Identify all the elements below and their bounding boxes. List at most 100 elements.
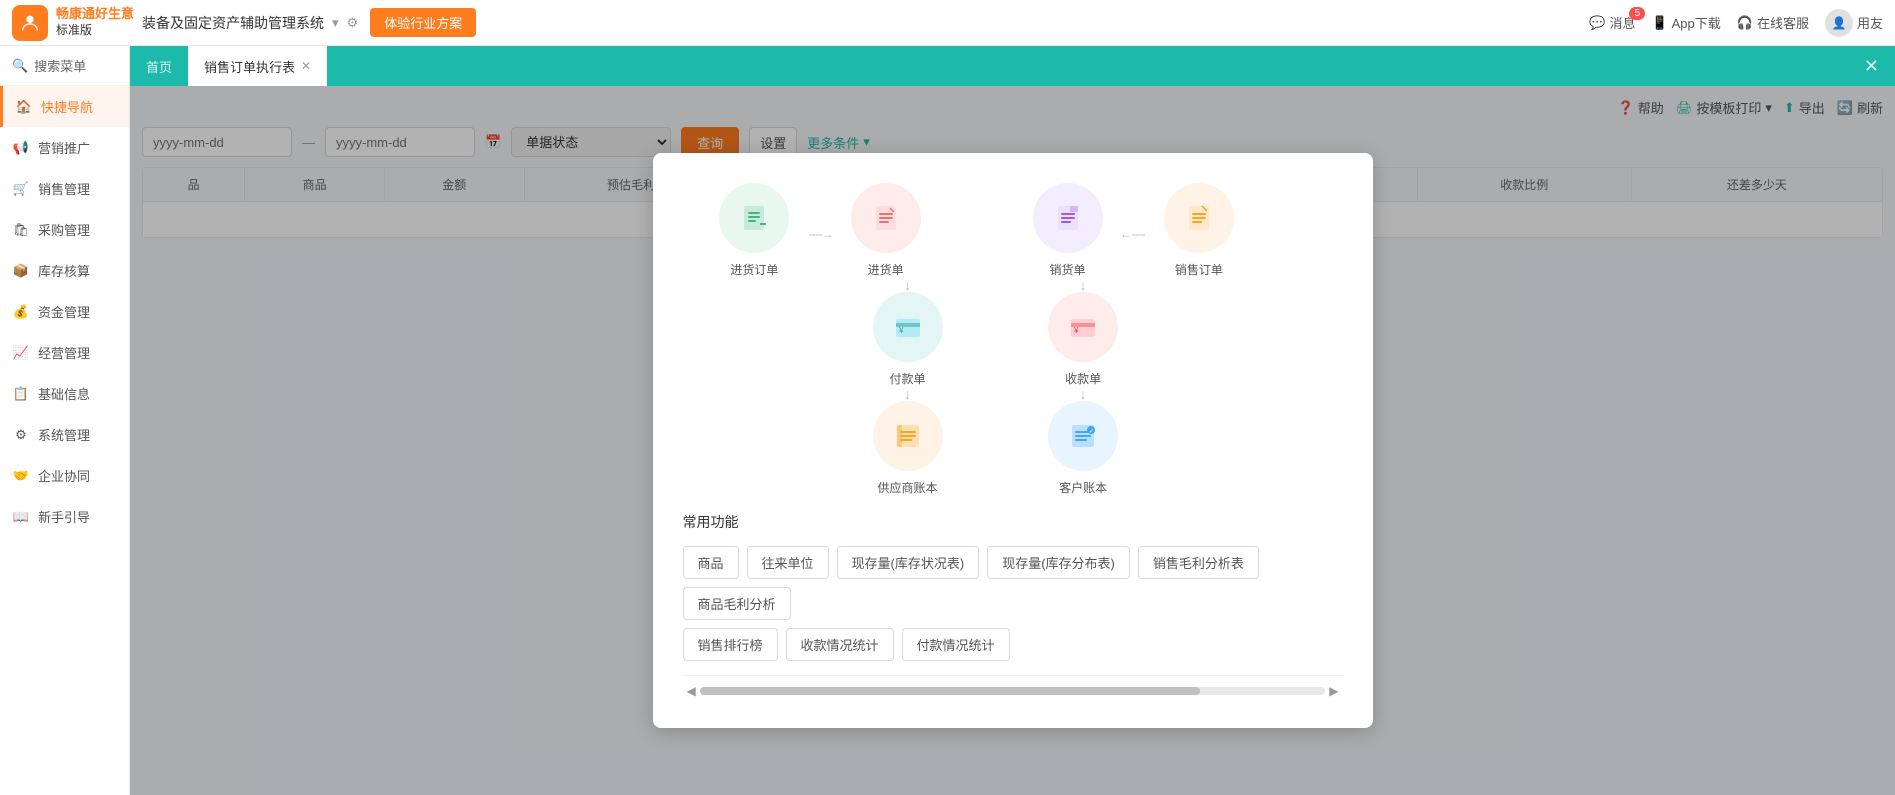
sidebar: 🔍 搜索菜单 🏠 快捷导航 📢 营销推广 🛒 销售管理 🛍 采购管理 📦 xyxy=(0,46,130,795)
sales-order-icon xyxy=(1164,183,1234,253)
sidebar-item-guide[interactable]: 📖 新手引导 xyxy=(0,496,129,537)
flow-node-supplier[interactable]: 供应商账本 xyxy=(858,401,958,496)
flow-node-customer[interactable]: ✓ 客户账本 xyxy=(1033,401,1133,496)
common-functions-section: 常用功能 商品 往来单位 现存量(库存状况表) 现存量(库存分布表) 销售毛利分… xyxy=(683,512,1343,661)
flow-right-col: 销货单 - - - - → xyxy=(1018,183,1249,496)
customer-icon: ✓ xyxy=(1048,401,1118,471)
logo-icon xyxy=(12,5,48,41)
sidebar-item-quick-nav[interactable]: 🏠 快捷导航 xyxy=(0,86,129,127)
func-btn-product[interactable]: 商品 xyxy=(683,546,739,579)
nav-label-finance: 资金管理 xyxy=(38,302,90,321)
flow-node-purchase-order[interactable]: 进货订单 xyxy=(704,183,804,278)
quick-nav-overlay[interactable]: 进货订单 - - - - → xyxy=(130,86,1895,795)
flow-node-payment[interactable]: ¥ 付款单 xyxy=(858,292,958,387)
arrow-h-sales: - - - - → xyxy=(1122,227,1145,241)
func-btn-stock-status[interactable]: 现存量(库存状况表) xyxy=(837,546,980,579)
common-functions-title: 常用功能 xyxy=(683,512,1343,532)
func-btn-product-margin[interactable]: 商品毛利分析 xyxy=(683,587,791,620)
tab-close-all[interactable]: ✕ xyxy=(1848,56,1895,77)
basic-icon: 📋 xyxy=(12,385,30,403)
user-action[interactable]: 👤 用友 xyxy=(1825,9,1883,37)
scroll-right[interactable]: ▶ xyxy=(1325,684,1342,698)
nav-label-quick-nav: 快捷导航 xyxy=(41,97,93,116)
sidebar-item-operation[interactable]: 📈 经营管理 xyxy=(0,332,129,373)
arrow-h-1: - - - - → xyxy=(808,227,831,241)
tab-close-icon[interactable]: ✕ xyxy=(301,59,311,73)
customer-label: 客户账本 xyxy=(1059,479,1107,496)
purchase-order-icon xyxy=(719,183,789,253)
flow-node-purchase-bill[interactable]: 进货单 xyxy=(836,183,936,278)
nav-label-operation: 经营管理 xyxy=(38,343,90,362)
scrollbar-track[interactable] xyxy=(700,687,1326,695)
flow-node-sales-bill[interactable]: 销货单 xyxy=(1018,183,1118,278)
purchase-icon: 🛍 xyxy=(12,221,30,239)
top-actions: 💬 消息 5 📱 App下载 🎧 在线客服 👤 用友 xyxy=(1589,9,1883,37)
sales-bill-icon xyxy=(1033,183,1103,253)
inventory-icon: 📦 xyxy=(12,262,30,280)
nav-label-inventory: 库存核算 xyxy=(38,261,90,280)
sidebar-item-collab[interactable]: 🤝 企业协同 xyxy=(0,455,129,496)
sidebar-item-sales[interactable]: 🛒 销售管理 xyxy=(0,168,129,209)
logo-main: 畅康通好生意 xyxy=(56,6,134,23)
flow-node-receipt[interactable]: ¥ 收款单 xyxy=(1033,292,1133,387)
trial-button[interactable]: 体验行业方案 xyxy=(370,8,476,37)
tab-sales-order[interactable]: 销售订单执行表 ✕ xyxy=(188,46,327,86)
online-service-label: 在线客服 xyxy=(1757,13,1809,32)
avatar: 👤 xyxy=(1825,9,1853,37)
tab-sales-order-label: 销售订单执行表 xyxy=(204,57,295,76)
purchase-order-label: 进货订单 xyxy=(730,261,778,278)
supplier-icon xyxy=(873,401,943,471)
svg-text:¥: ¥ xyxy=(1073,326,1079,335)
online-service-action[interactable]: 🎧 在线客服 xyxy=(1737,13,1809,32)
sales-order-label: 销售订单 xyxy=(1175,261,1223,278)
svg-text:✓: ✓ xyxy=(1089,429,1094,435)
page-content: ❓ 帮助 🖨 按模板打印 ▾ ⬆ 导出 🔄 刷新 xyxy=(130,86,1895,795)
message-action[interactable]: 💬 消息 5 xyxy=(1589,13,1635,32)
search-menu[interactable]: 🔍 搜索菜单 xyxy=(0,46,129,86)
flow-node-sales-order[interactable]: 销售订单 xyxy=(1149,183,1249,278)
receipt-label: 收款单 xyxy=(1065,370,1101,387)
purchase-bill-label: 进货单 xyxy=(868,261,904,278)
title-dropdown[interactable]: ▾ xyxy=(332,15,339,31)
nav-label-collab: 企业协同 xyxy=(38,466,90,485)
sidebar-item-purchase[interactable]: 🛍 采购管理 xyxy=(0,209,129,250)
settings-icon[interactable]: ⚙ xyxy=(347,15,359,31)
sales-icon: 🛒 xyxy=(12,180,30,198)
nav-label-sales: 销售管理 xyxy=(38,179,90,198)
func-btn-sales-margin[interactable]: 销售毛利分析表 xyxy=(1138,546,1259,579)
quick-nav-panel: 进货订单 - - - - → xyxy=(653,153,1373,728)
tab-home-label: 首页 xyxy=(146,57,172,76)
service-icon: 🎧 xyxy=(1737,15,1753,31)
payment-label: 付款单 xyxy=(889,370,925,387)
sidebar-item-marketing[interactable]: 📢 营销推广 xyxy=(0,127,129,168)
sidebar-item-finance[interactable]: 💰 资金管理 xyxy=(0,291,129,332)
scroll-left[interactable]: ◀ xyxy=(683,684,700,698)
operation-icon: 📈 xyxy=(12,344,30,362)
svg-text:¥: ¥ xyxy=(898,326,904,335)
search-menu-label: 搜索菜单 xyxy=(34,56,86,75)
sidebar-item-system[interactable]: ⚙ 系统管理 xyxy=(0,414,129,455)
func-btn-receipt-stats[interactable]: 收款情况统计 xyxy=(786,628,894,661)
app-download-label: App下载 xyxy=(1672,13,1721,32)
func-btn-payment-stats[interactable]: 付款情况统计 xyxy=(902,628,1010,661)
flow-row-supplier: 供应商账本 xyxy=(858,401,958,496)
sidebar-item-inventory[interactable]: 📦 库存核算 xyxy=(0,250,129,291)
sidebar-item-basic[interactable]: 📋 基础信息 xyxy=(0,373,129,414)
finance-icon: 💰 xyxy=(12,303,30,321)
tab-bar: 首页 销售订单执行表 ✕ ✕ xyxy=(130,46,1895,86)
sales-bill-label: 销货单 xyxy=(1049,261,1085,278)
func-btn-partner[interactable]: 往来单位 xyxy=(747,546,829,579)
nav-label-system: 系统管理 xyxy=(38,425,90,444)
tab-home[interactable]: 首页 xyxy=(130,46,188,86)
purchase-bill-icon xyxy=(851,183,921,253)
func-btn-stock-dist[interactable]: 现存量(库存分布表) xyxy=(987,546,1130,579)
receipt-icon: ¥ xyxy=(1048,292,1118,362)
download-icon: 📱 xyxy=(1651,15,1667,31)
app-download-action[interactable]: 📱 App下载 xyxy=(1651,13,1720,32)
func-btn-sales-rank[interactable]: 销售排行榜 xyxy=(683,628,778,661)
flow-row-payment: ¥ 付款单 xyxy=(858,292,958,387)
flow-row-customer: ✓ 客户账本 xyxy=(1033,401,1133,496)
message-icon: 💬 xyxy=(1589,15,1605,31)
collab-icon: 🤝 xyxy=(12,467,30,485)
supplier-label: 供应商账本 xyxy=(877,479,937,496)
